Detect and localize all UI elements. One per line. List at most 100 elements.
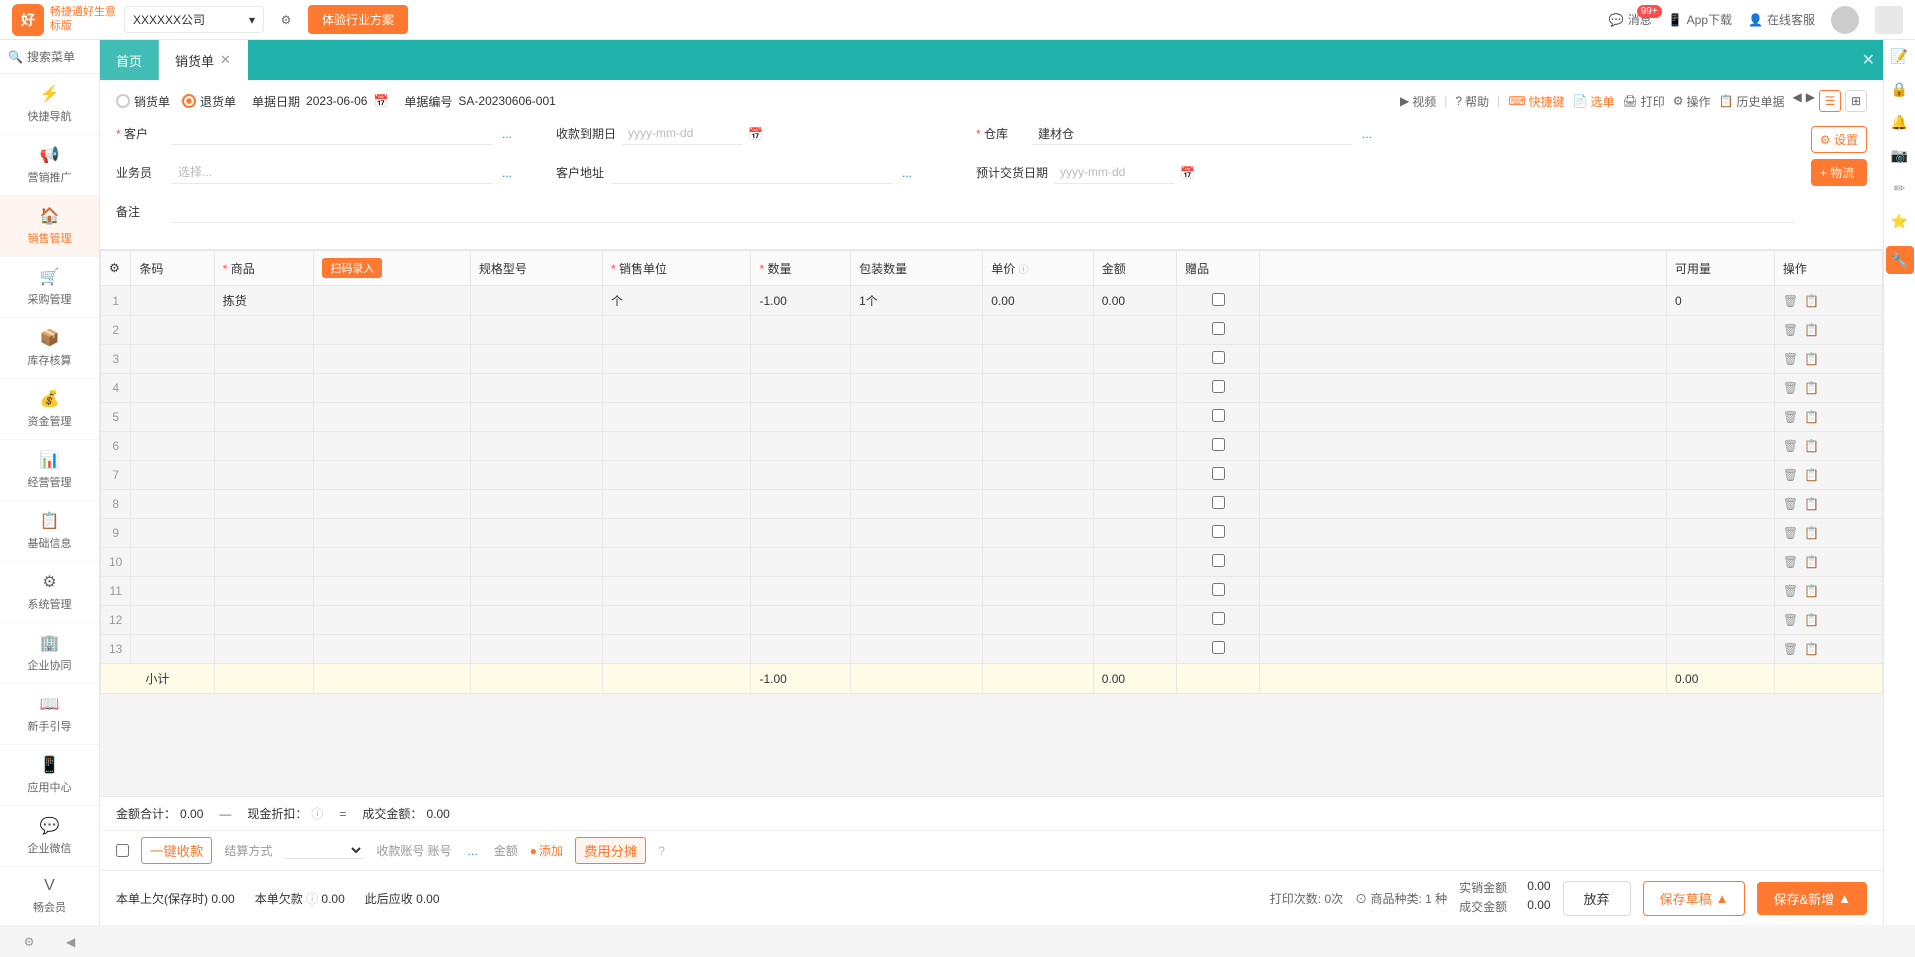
row-product[interactable] bbox=[214, 432, 314, 461]
right-panel-camera-icon[interactable]: 📷 bbox=[1891, 147, 1908, 164]
sidebar-item-operations[interactable]: 📊 经营管理 bbox=[0, 440, 99, 501]
copy-icon[interactable]: 📋 bbox=[1804, 468, 1819, 482]
online-support-btn[interactable]: 👤 在线客服 bbox=[1748, 11, 1815, 28]
one-click-checkbox[interactable] bbox=[116, 844, 129, 857]
row-quantity[interactable] bbox=[751, 548, 851, 577]
row-quantity[interactable] bbox=[751, 403, 851, 432]
delete-icon[interactable]: 🗑 bbox=[1783, 439, 1798, 453]
company-selector[interactable]: XXXXXX公司 ▾ bbox=[124, 6, 264, 33]
sidebar-item-membership[interactable]: V 畅会员 bbox=[0, 867, 99, 926]
delete-icon[interactable]: 🗑 bbox=[1783, 526, 1798, 540]
one-click-btn[interactable]: 一键收款 bbox=[141, 837, 212, 864]
row-barcode[interactable] bbox=[131, 461, 214, 490]
row-gift[interactable] bbox=[1177, 316, 1260, 345]
copy-icon[interactable]: 📋 bbox=[1804, 584, 1819, 598]
row-gift[interactable] bbox=[1177, 461, 1260, 490]
date-value[interactable]: 2023-06-06 bbox=[306, 94, 367, 108]
settlement-select[interactable] bbox=[284, 842, 364, 859]
debt-help-icon[interactable]: ⓘ bbox=[306, 892, 318, 906]
row-product[interactable] bbox=[214, 548, 314, 577]
copy-icon[interactable]: 📋 bbox=[1804, 381, 1819, 395]
logistics-btn[interactable]: + 物流 bbox=[1811, 159, 1867, 186]
row-amount[interactable] bbox=[1093, 635, 1176, 664]
customer-dots-btn[interactable]: ... bbox=[498, 127, 516, 141]
sidebar-item-guide[interactable]: 📖 新手引导 bbox=[0, 684, 99, 745]
row-unit-price[interactable] bbox=[983, 432, 1093, 461]
row-spec[interactable] bbox=[470, 286, 602, 316]
sidebar-item-finance[interactable]: 💰 资金管理 bbox=[0, 379, 99, 440]
row-amount[interactable] bbox=[1093, 548, 1176, 577]
view-list-btn[interactable]: ☰ bbox=[1819, 90, 1841, 112]
row-gift[interactable] bbox=[1177, 548, 1260, 577]
row-amount[interactable] bbox=[1093, 490, 1176, 519]
delivery-input[interactable] bbox=[1054, 161, 1174, 184]
sidebar-item-app-center[interactable]: 📱 应用中心 bbox=[0, 745, 99, 806]
row-pack-qty[interactable] bbox=[851, 635, 983, 664]
row-sales-unit[interactable] bbox=[603, 548, 751, 577]
row-product[interactable] bbox=[214, 577, 314, 606]
row-barcode[interactable] bbox=[131, 374, 214, 403]
row-quantity[interactable] bbox=[751, 490, 851, 519]
add-payment-btn[interactable]: ● 添加 bbox=[530, 842, 563, 859]
row-quantity[interactable] bbox=[751, 519, 851, 548]
row-amount[interactable] bbox=[1093, 432, 1176, 461]
row-barcode[interactable] bbox=[131, 548, 214, 577]
toolbar-print[interactable]: 🖨 打印 bbox=[1623, 93, 1665, 110]
sidebar-item-basic-info[interactable]: 📋 基础信息 bbox=[0, 501, 99, 562]
row-unit-price[interactable] bbox=[983, 577, 1093, 606]
save-new-btn[interactable]: 保存&新增 ▲ bbox=[1757, 882, 1867, 915]
copy-icon[interactable]: 📋 bbox=[1804, 352, 1819, 366]
row-spec[interactable] bbox=[470, 490, 602, 519]
customer-addr-input[interactable] bbox=[612, 161, 892, 184]
copy-icon[interactable]: 📋 bbox=[1804, 497, 1819, 511]
delete-icon[interactable]: 🗑 bbox=[1783, 352, 1798, 366]
col-settings[interactable]: ⚙ bbox=[101, 251, 131, 286]
discard-btn[interactable]: 放弃 bbox=[1563, 881, 1631, 916]
row-barcode[interactable] bbox=[131, 286, 214, 316]
row-gift[interactable] bbox=[1177, 432, 1260, 461]
customer-input[interactable] bbox=[172, 122, 492, 145]
next-icon[interactable]: ▶ bbox=[1806, 90, 1815, 112]
message-btn[interactable]: 💬 消息 99+ bbox=[1609, 11, 1652, 28]
salesperson-input[interactable] bbox=[172, 161, 492, 184]
row-spec[interactable] bbox=[470, 519, 602, 548]
row-quantity[interactable]: -1.00 bbox=[751, 286, 851, 316]
row-product[interactable] bbox=[214, 374, 314, 403]
row-pack-qty[interactable]: 1个 bbox=[851, 286, 983, 316]
row-unit-price[interactable] bbox=[983, 548, 1093, 577]
tab-close-icon[interactable]: ✕ bbox=[220, 52, 231, 68]
right-panel-note-icon[interactable]: 📝 bbox=[1891, 48, 1908, 65]
row-product[interactable] bbox=[214, 606, 314, 635]
row-barcode[interactable] bbox=[131, 490, 214, 519]
avatar[interactable] bbox=[1831, 6, 1859, 34]
delete-icon[interactable]: 🗑 bbox=[1783, 381, 1798, 395]
row-pack-qty[interactable] bbox=[851, 577, 983, 606]
warehouse-input[interactable] bbox=[1032, 122, 1352, 145]
scan-btn[interactable]: 扫码录入 bbox=[322, 258, 382, 278]
row-amount[interactable] bbox=[1093, 345, 1176, 374]
close-tab-btn[interactable]: ✕ bbox=[1862, 50, 1875, 70]
radio-sales[interactable]: 销货单 bbox=[116, 93, 170, 110]
row-barcode[interactable] bbox=[131, 403, 214, 432]
calendar-icon2[interactable]: 📅 bbox=[748, 127, 763, 141]
toolbar-history[interactable]: 📋 历史单据 bbox=[1719, 93, 1785, 110]
row-quantity[interactable] bbox=[751, 577, 851, 606]
row-amount[interactable] bbox=[1093, 403, 1176, 432]
row-amount[interactable] bbox=[1093, 519, 1176, 548]
remarks-input[interactable] bbox=[172, 200, 1795, 223]
row-pack-qty[interactable] bbox=[851, 548, 983, 577]
copy-icon[interactable]: 📋 bbox=[1804, 323, 1819, 337]
row-gift[interactable] bbox=[1177, 345, 1260, 374]
row-sales-unit[interactable] bbox=[603, 490, 751, 519]
row-barcode[interactable] bbox=[131, 316, 214, 345]
settings-icon-btn[interactable]: ⚙ bbox=[272, 6, 300, 34]
experience-button[interactable]: 体验行业方案 bbox=[308, 5, 408, 34]
row-gift[interactable] bbox=[1177, 490, 1260, 519]
delete-icon[interactable]: 🗑 bbox=[1783, 613, 1798, 627]
right-panel-edit-icon[interactable]: ✏ bbox=[1894, 180, 1906, 197]
row-spec[interactable] bbox=[470, 345, 602, 374]
row-barcode[interactable] bbox=[131, 345, 214, 374]
row-spec[interactable] bbox=[470, 316, 602, 345]
sidebar-search[interactable]: 🔍 搜索菜单 bbox=[0, 40, 99, 74]
row-pack-qty[interactable] bbox=[851, 316, 983, 345]
